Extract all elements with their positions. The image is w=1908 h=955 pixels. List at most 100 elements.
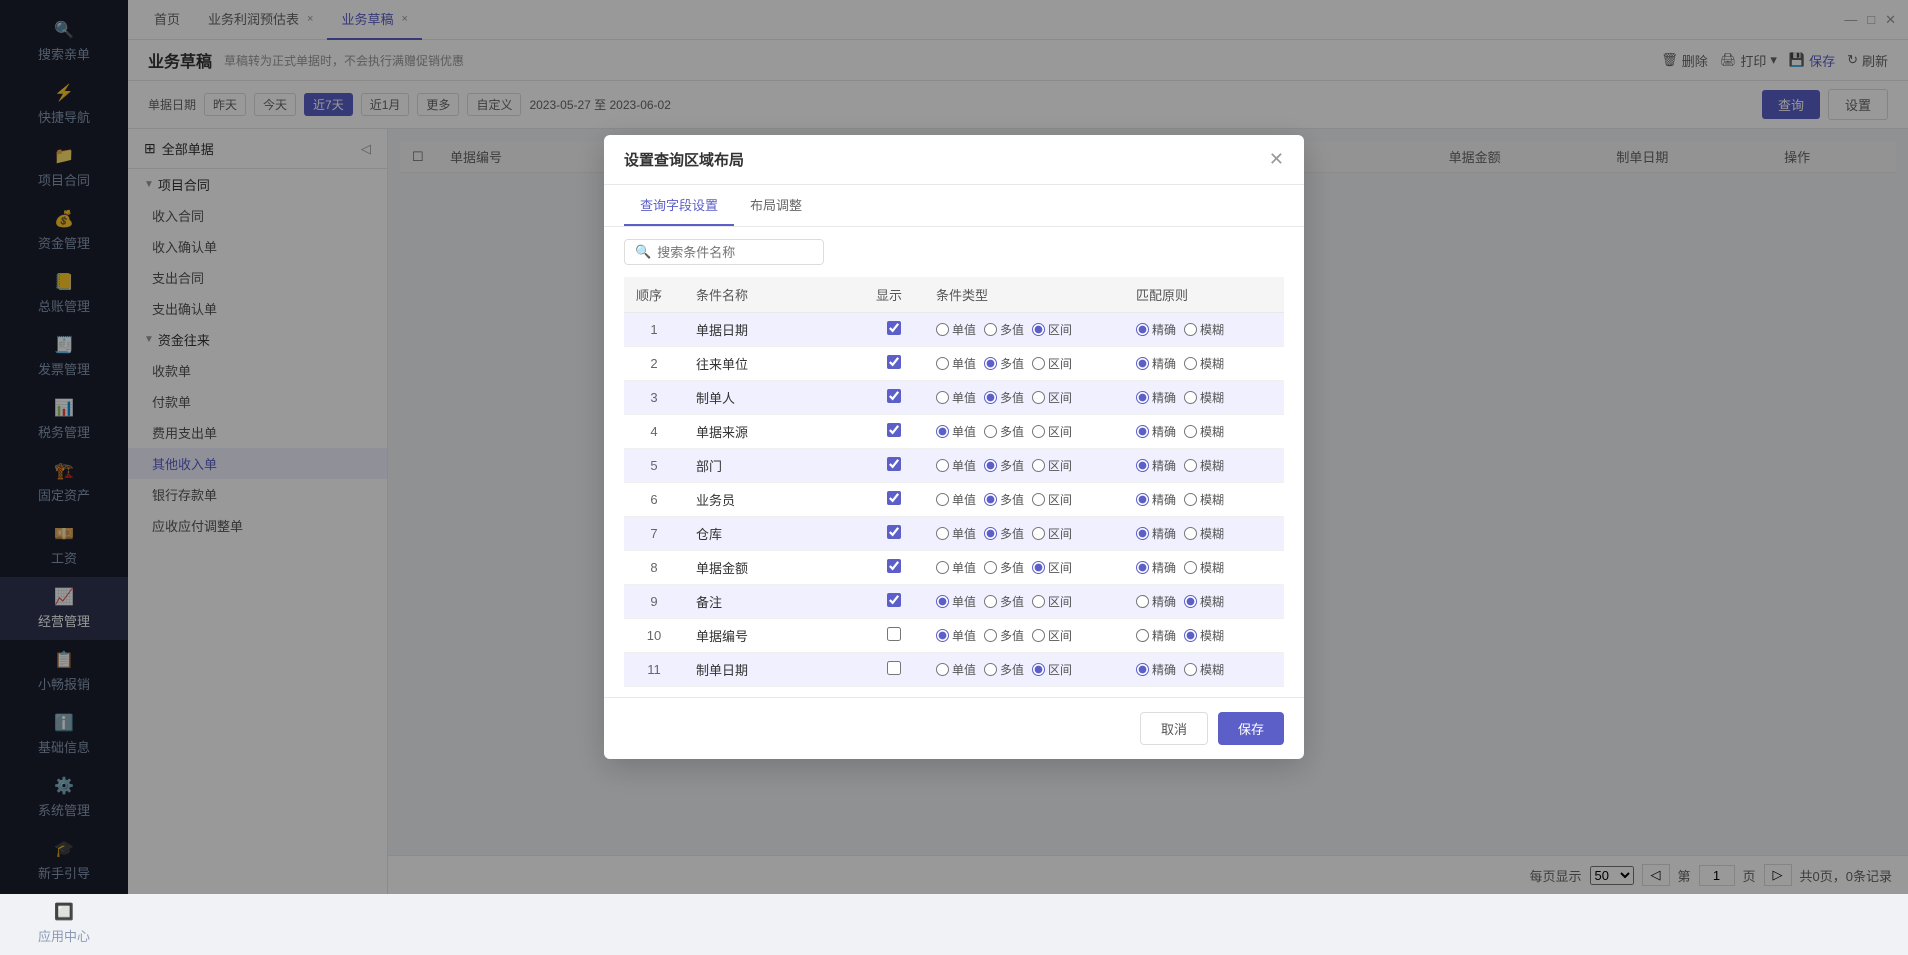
dialog-tab-layout[interactable]: 布局调整 <box>734 185 818 226</box>
condition-option-单值[interactable]: 单值 <box>936 457 976 474</box>
show-checkbox-3[interactable] <box>887 389 901 403</box>
match-option-精确[interactable]: 精确 <box>1136 627 1176 644</box>
match-option-模糊[interactable]: 模糊 <box>1184 491 1224 508</box>
radio-match-模糊-4[interactable] <box>1184 425 1197 438</box>
condition-option-单值[interactable]: 单值 <box>936 321 976 338</box>
radio-condition-区间-3[interactable] <box>1032 391 1045 404</box>
radio-match-模糊-11[interactable] <box>1184 663 1197 676</box>
condition-option-单值[interactable]: 单值 <box>936 355 976 372</box>
condition-option-单值[interactable]: 单值 <box>936 593 976 610</box>
condition-option-多值[interactable]: 多值 <box>984 627 1024 644</box>
match-option-精确[interactable]: 精确 <box>1136 321 1176 338</box>
radio-condition-多值-8[interactable] <box>984 561 997 574</box>
show-checkbox-5[interactable] <box>887 457 901 471</box>
condition-option-单值[interactable]: 单值 <box>936 525 976 542</box>
radio-match-模糊-10[interactable] <box>1184 629 1197 642</box>
dialog-save-button[interactable]: 保存 <box>1218 712 1284 745</box>
radio-condition-区间-8[interactable] <box>1032 561 1045 574</box>
show-checkbox-9[interactable] <box>887 593 901 607</box>
radio-condition-区间-10[interactable] <box>1032 629 1045 642</box>
radio-condition-单值-5[interactable] <box>936 459 949 472</box>
radio-condition-单值-3[interactable] <box>936 391 949 404</box>
match-option-模糊[interactable]: 模糊 <box>1184 389 1224 406</box>
show-checkbox-4[interactable] <box>887 423 901 437</box>
radio-condition-单值-11[interactable] <box>936 663 949 676</box>
dialog-search-input[interactable] <box>657 245 813 260</box>
radio-condition-多值-11[interactable] <box>984 663 997 676</box>
radio-condition-区间-5[interactable] <box>1032 459 1045 472</box>
condition-option-单值[interactable]: 单值 <box>936 627 976 644</box>
condition-option-单值[interactable]: 单值 <box>936 559 976 576</box>
radio-condition-单值-6[interactable] <box>936 493 949 506</box>
radio-condition-多值-10[interactable] <box>984 629 997 642</box>
radio-condition-单值-7[interactable] <box>936 527 949 540</box>
match-option-精确[interactable]: 精确 <box>1136 457 1176 474</box>
match-option-精确[interactable]: 精确 <box>1136 525 1176 542</box>
condition-option-区间[interactable]: 区间 <box>1032 423 1072 440</box>
radio-match-模糊-2[interactable] <box>1184 357 1197 370</box>
radio-match-模糊-3[interactable] <box>1184 391 1197 404</box>
radio-condition-区间-1[interactable] <box>1032 323 1045 336</box>
condition-option-区间[interactable]: 区间 <box>1032 457 1072 474</box>
radio-condition-区间-7[interactable] <box>1032 527 1045 540</box>
condition-option-单值[interactable]: 单值 <box>936 423 976 440</box>
match-option-精确[interactable]: 精确 <box>1136 423 1176 440</box>
radio-match-精确-1[interactable] <box>1136 323 1149 336</box>
match-option-模糊[interactable]: 模糊 <box>1184 321 1224 338</box>
radio-match-模糊-6[interactable] <box>1184 493 1197 506</box>
show-checkbox-8[interactable] <box>887 559 901 573</box>
radio-match-精确-10[interactable] <box>1136 629 1149 642</box>
radio-condition-单值-4[interactable] <box>936 425 949 438</box>
radio-condition-多值-9[interactable] <box>984 595 997 608</box>
radio-condition-多值-2[interactable] <box>984 357 997 370</box>
radio-match-精确-7[interactable] <box>1136 527 1149 540</box>
match-option-精确[interactable]: 精确 <box>1136 389 1176 406</box>
condition-option-区间[interactable]: 区间 <box>1032 525 1072 542</box>
radio-condition-区间-11[interactable] <box>1032 663 1045 676</box>
condition-option-区间[interactable]: 区间 <box>1032 355 1072 372</box>
radio-condition-多值-4[interactable] <box>984 425 997 438</box>
match-option-模糊[interactable]: 模糊 <box>1184 661 1224 678</box>
condition-option-区间[interactable]: 区间 <box>1032 389 1072 406</box>
show-checkbox-1[interactable] <box>887 321 901 335</box>
match-option-模糊[interactable]: 模糊 <box>1184 593 1224 610</box>
condition-option-单值[interactable]: 单值 <box>936 661 976 678</box>
radio-condition-单值-8[interactable] <box>936 561 949 574</box>
radio-match-精确-4[interactable] <box>1136 425 1149 438</box>
radio-match-精确-3[interactable] <box>1136 391 1149 404</box>
dialog-tab-fields[interactable]: 查询字段设置 <box>624 185 734 226</box>
radio-condition-区间-6[interactable] <box>1032 493 1045 506</box>
condition-option-多值[interactable]: 多值 <box>984 525 1024 542</box>
condition-option-区间[interactable]: 区间 <box>1032 593 1072 610</box>
radio-condition-多值-1[interactable] <box>984 323 997 336</box>
match-option-精确[interactable]: 精确 <box>1136 661 1176 678</box>
match-option-精确[interactable]: 精确 <box>1136 559 1176 576</box>
condition-option-多值[interactable]: 多值 <box>984 491 1024 508</box>
condition-option-区间[interactable]: 区间 <box>1032 491 1072 508</box>
radio-condition-区间-2[interactable] <box>1032 357 1045 370</box>
condition-option-多值[interactable]: 多值 <box>984 355 1024 372</box>
condition-option-多值[interactable]: 多值 <box>984 661 1024 678</box>
show-checkbox-2[interactable] <box>887 355 901 369</box>
radio-condition-多值-3[interactable] <box>984 391 997 404</box>
condition-option-多值[interactable]: 多值 <box>984 321 1024 338</box>
match-option-精确[interactable]: 精确 <box>1136 355 1176 372</box>
radio-match-模糊-7[interactable] <box>1184 527 1197 540</box>
radio-condition-单值-2[interactable] <box>936 357 949 370</box>
radio-match-精确-9[interactable] <box>1136 595 1149 608</box>
cancel-button[interactable]: 取消 <box>1140 712 1208 745</box>
radio-match-模糊-5[interactable] <box>1184 459 1197 472</box>
radio-match-精确-11[interactable] <box>1136 663 1149 676</box>
condition-option-区间[interactable]: 区间 <box>1032 661 1072 678</box>
condition-option-多值[interactable]: 多值 <box>984 389 1024 406</box>
condition-option-单值[interactable]: 单值 <box>936 389 976 406</box>
radio-match-模糊-8[interactable] <box>1184 561 1197 574</box>
condition-option-区间[interactable]: 区间 <box>1032 627 1072 644</box>
show-checkbox-11[interactable] <box>887 661 901 675</box>
radio-condition-多值-6[interactable] <box>984 493 997 506</box>
radio-match-精确-2[interactable] <box>1136 357 1149 370</box>
radio-condition-多值-5[interactable] <box>984 459 997 472</box>
match-option-模糊[interactable]: 模糊 <box>1184 627 1224 644</box>
condition-option-多值[interactable]: 多值 <box>984 423 1024 440</box>
match-option-精确[interactable]: 精确 <box>1136 491 1176 508</box>
